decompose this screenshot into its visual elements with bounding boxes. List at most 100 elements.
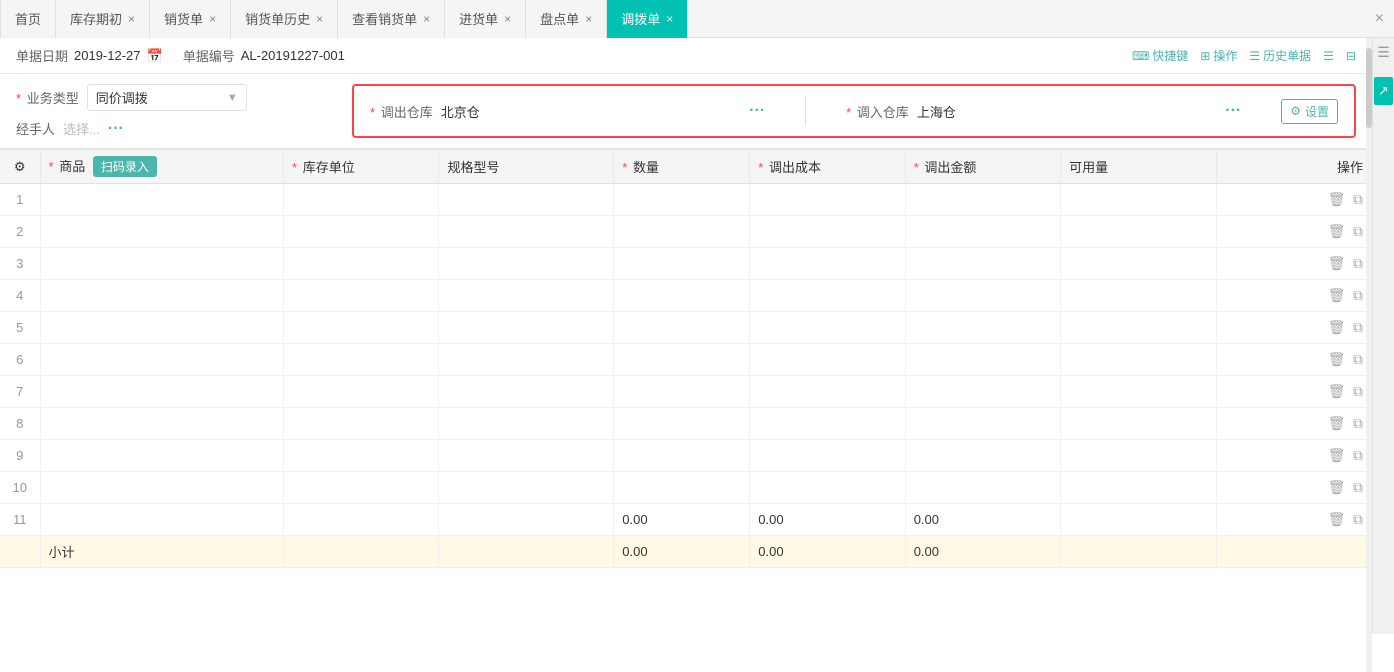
delete-icon[interactable]: 🗑 — [1328, 319, 1346, 335]
close-view-sales[interactable]: × — [423, 12, 430, 26]
row-number: 7 — [0, 376, 40, 408]
copy-icon[interactable]: ⧉ — [1353, 351, 1363, 367]
table-row: 7 🗑 ⧉ — [0, 376, 1372, 408]
delete-icon[interactable]: 🗑 — [1328, 191, 1346, 207]
grid-view-icon: ⊟ — [1346, 49, 1356, 63]
handler-row: 经手人 选择... ··· — [16, 119, 336, 138]
calendar-icon[interactable]: 📅 — [147, 48, 163, 64]
copy-icon[interactable]: ⧉ — [1353, 287, 1363, 303]
row-number: 9 — [0, 440, 40, 472]
form-left: * 业务类型 同价调拨 ▼ 经手人 选择... ··· — [16, 84, 336, 138]
tab-sales-order[interactable]: 销货单 × — [150, 0, 231, 38]
tab-purchase[interactable]: 进货单 × — [445, 0, 526, 38]
warehouse-out-item: * 调出仓库 北京仓 ··· — [370, 102, 765, 121]
col-available: 可用量 — [1061, 150, 1216, 184]
table-row: 11 0.00 0.00 0.00 🗑 ⧉ — [0, 504, 1372, 536]
shortcuts-button[interactable]: ⌨ 快捷键 — [1132, 47, 1188, 64]
scrollbar-track[interactable] — [1366, 38, 1372, 672]
date-field: 单据日期 2019-12-27 📅 — [16, 46, 163, 65]
col-amount: * 调出金额 — [905, 150, 1060, 184]
copy-icon[interactable]: ⧉ — [1353, 415, 1363, 431]
copy-icon[interactable]: ⧉ — [1353, 511, 1363, 527]
tab-inventory-init[interactable]: 库存期初 × — [56, 0, 150, 38]
close-all-tabs[interactable]: × — [1365, 10, 1394, 28]
layout-toggle-grid[interactable]: ⊟ — [1346, 49, 1356, 63]
delete-icon[interactable]: 🗑 — [1328, 447, 1346, 463]
delete-icon[interactable]: 🗑 — [1328, 479, 1346, 495]
business-type-select[interactable]: 同价调拨 ▼ — [87, 84, 247, 111]
col-gear[interactable]: ⚙ — [0, 150, 40, 184]
gear-icon: ⚙ — [1290, 104, 1301, 118]
history-button[interactable]: ☰ 历史单据 — [1249, 47, 1311, 64]
order-number-field: 单据编号 AL-20191227-001 — [183, 46, 345, 65]
row-number: 2 — [0, 216, 40, 248]
delete-icon[interactable]: 🗑 — [1328, 511, 1346, 527]
warehouse-box: * 调出仓库 北京仓 ··· * 调入仓库 上海仓 ··· ⚙ 设置 — [352, 84, 1356, 138]
copy-icon[interactable]: ⧉ — [1353, 479, 1363, 495]
tab-bar: 首页 库存期初 × 销货单 × 销货单历史 × 查看销货单 × 进货单 × 盘点… — [0, 0, 1394, 38]
main-content: 单据日期 2019-12-27 📅 单据编号 AL-20191227-001 ⌨… — [0, 38, 1372, 634]
delete-icon[interactable]: 🗑 — [1328, 223, 1346, 239]
row-number: 1 — [0, 184, 40, 216]
toolbar: 单据日期 2019-12-27 📅 单据编号 AL-20191227-001 ⌨… — [0, 38, 1372, 74]
copy-icon[interactable]: ⧉ — [1353, 255, 1363, 271]
history-icon: ☰ — [1249, 49, 1260, 63]
scan-input-button[interactable]: 扫码录入 — [93, 156, 157, 177]
table-row: 9 🗑 ⧉ — [0, 440, 1372, 472]
layout-toggle-list[interactable]: ☰ — [1323, 49, 1334, 63]
table-header-row: ⚙ * 商品 扫码录入 * 库存单位 规格型号 * — [0, 150, 1372, 184]
scrollbar-thumb[interactable] — [1366, 48, 1372, 128]
subtotal-text: 小计 — [40, 536, 284, 568]
warehouse-divider — [805, 96, 806, 126]
tab-transfer[interactable]: 调拨单 × — [607, 0, 688, 38]
grid-icon: ⊞ — [1200, 49, 1210, 63]
close-sales-order[interactable]: × — [209, 12, 216, 26]
copy-icon[interactable]: ⧉ — [1353, 223, 1363, 239]
subtotal-num — [0, 536, 40, 568]
tab-view-sales[interactable]: 查看销货单 × — [338, 0, 445, 38]
warehouse-out-more-btn[interactable]: ··· — [749, 102, 765, 120]
warehouse-in-more-btn[interactable]: ··· — [1225, 102, 1241, 120]
close-transfer[interactable]: × — [666, 12, 673, 26]
row-number: 8 — [0, 408, 40, 440]
close-purchase[interactable]: × — [504, 12, 511, 26]
business-type-row: * 业务类型 同价调拨 ▼ — [16, 84, 336, 111]
col-cost: * 调出成本 — [750, 150, 905, 184]
right-sidebar: ☰ ↗ — [1372, 38, 1394, 634]
sidebar-list-icon[interactable]: ☰ — [1377, 44, 1390, 61]
row-number: 4 — [0, 280, 40, 312]
tab-sales-history[interactable]: 销货单历史 × — [231, 0, 338, 38]
table-container: ⚙ * 商品 扫码录入 * 库存单位 规格型号 * — [0, 149, 1372, 634]
settings-button[interactable]: ⚙ 设置 — [1281, 99, 1338, 124]
col-op: 操作 — [1216, 150, 1371, 184]
copy-icon[interactable]: ⧉ — [1353, 383, 1363, 399]
col-qty: * 数量 — [614, 150, 750, 184]
close-inventory-init[interactable]: × — [128, 12, 135, 26]
copy-icon[interactable]: ⧉ — [1353, 319, 1363, 335]
delete-icon[interactable]: 🗑 — [1328, 415, 1346, 431]
tab-home[interactable]: 首页 — [0, 0, 56, 38]
close-inventory-check[interactable]: × — [585, 12, 592, 26]
subtotal-row: 小计 0.00 0.00 0.00 — [0, 536, 1372, 568]
tab-inventory-check[interactable]: 盘点单 × — [526, 0, 607, 38]
table-row: 4 🗑 ⧉ — [0, 280, 1372, 312]
table-row: 5 🗑 ⧉ — [0, 312, 1372, 344]
row-number: 3 — [0, 248, 40, 280]
copy-icon[interactable]: ⧉ — [1353, 447, 1363, 463]
sidebar-export-icon[interactable]: ↗ — [1374, 77, 1393, 105]
delete-icon[interactable]: 🗑 — [1328, 351, 1346, 367]
row-number: 5 — [0, 312, 40, 344]
subtotal-label: 11 — [0, 504, 40, 536]
col-product: * 商品 扫码录入 — [40, 150, 284, 184]
delete-icon[interactable]: 🗑 — [1328, 287, 1346, 303]
table-row: 3 🗑 ⧉ — [0, 248, 1372, 280]
copy-icon[interactable]: ⧉ — [1353, 191, 1363, 207]
delete-icon[interactable]: 🗑 — [1328, 383, 1346, 399]
handler-more-btn[interactable]: ··· — [108, 120, 124, 138]
close-sales-history[interactable]: × — [316, 12, 323, 26]
row-number: 6 — [0, 344, 40, 376]
delete-icon[interactable]: 🗑 — [1328, 255, 1346, 271]
operations-button[interactable]: ⊞ 操作 — [1200, 47, 1237, 64]
table-row: 2 🗑 ⧉ — [0, 216, 1372, 248]
transfer-table: ⚙ * 商品 扫码录入 * 库存单位 规格型号 * — [0, 149, 1372, 568]
